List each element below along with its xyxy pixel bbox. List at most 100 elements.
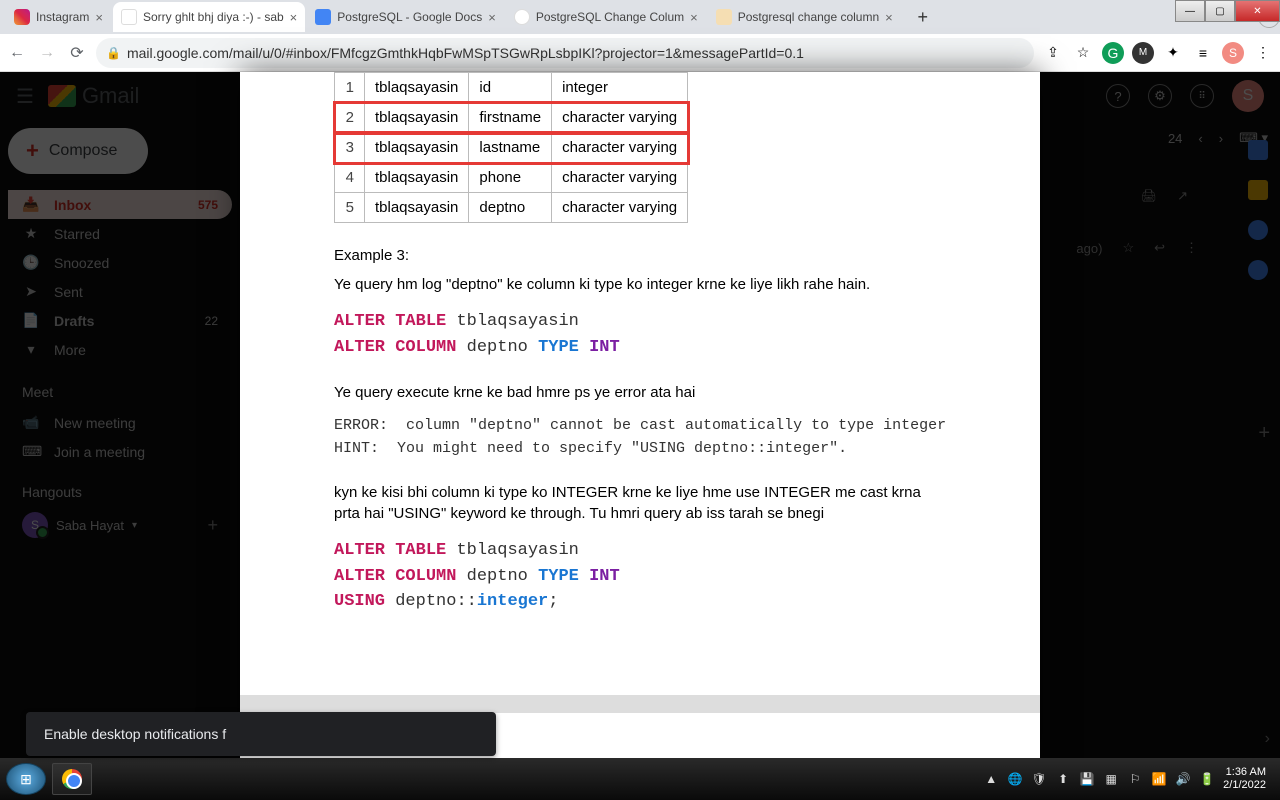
tray-icon[interactable]: ▦: [1103, 771, 1119, 787]
chevron-down-icon: ▾: [22, 341, 40, 358]
sidebar-item-label: Inbox: [54, 197, 91, 213]
table-row: 2 tblaqsayasin firstname character varyi…: [335, 103, 688, 133]
back-button[interactable]: ←: [6, 42, 28, 64]
gmail-sidebar: + Compose 📥 Inbox 575 ★ Starred 🕒 Snooze…: [0, 120, 240, 758]
settings-icon[interactable]: ⚙: [1148, 84, 1172, 108]
table-name-cell: tblaqsayasin: [365, 103, 469, 133]
sidebar-item-starred[interactable]: ★ Starred: [8, 219, 232, 248]
next-page-button[interactable]: ›: [1219, 131, 1223, 146]
tab-label: Instagram: [36, 10, 89, 24]
table-row: 1 tblaqsayasin id integer: [335, 73, 688, 103]
gmail-m-icon: [48, 85, 76, 107]
collapse-rail-button[interactable]: ›: [1265, 730, 1270, 748]
taskbar-clock[interactable]: 1:36 AM 2/1/2022: [1223, 766, 1266, 792]
window-close[interactable]: ✕: [1235, 0, 1280, 22]
tab-close-icon[interactable]: ×: [690, 10, 698, 25]
volume-icon[interactable]: 🔊: [1175, 771, 1191, 787]
datatype-cell: integer: [552, 73, 688, 103]
keep-icon[interactable]: [1248, 180, 1268, 200]
sidebar-item-snoozed[interactable]: 🕒 Snoozed: [8, 248, 232, 277]
column-name-cell: id: [469, 73, 552, 103]
battery-icon[interactable]: 🔋: [1199, 771, 1215, 787]
tab-0[interactable]: Instagram ×: [6, 2, 111, 32]
address-bar[interactable]: 🔒 mail.google.com/mail/u/0/#inbox/FMfcgz…: [96, 38, 1034, 68]
contacts-icon[interactable]: [1248, 260, 1268, 280]
new-tab-button[interactable]: +: [909, 3, 937, 31]
tab-close-icon[interactable]: ×: [488, 10, 496, 25]
window-maximize[interactable]: ▢: [1205, 0, 1235, 22]
chrome-task-icon[interactable]: [52, 763, 92, 795]
sidebar-item-label: Drafts: [54, 313, 94, 329]
open-new-icon[interactable]: ↗: [1177, 188, 1188, 204]
page-indicator: 24: [1168, 131, 1182, 146]
help-icon[interactable]: ?: [1106, 84, 1130, 108]
star-icon: ★: [22, 225, 40, 242]
start-button[interactable]: ⊞: [6, 763, 46, 795]
site-icon: [514, 9, 530, 25]
tab-close-icon[interactable]: ×: [885, 10, 893, 25]
tab-4[interactable]: Postgresql change column ×: [708, 2, 901, 32]
sidebar-item-sent[interactable]: ➤ Sent: [8, 277, 232, 306]
example-heading: Example 3:: [334, 247, 946, 264]
add-hangout-button[interactable]: +: [207, 515, 218, 536]
table-row: 3 tblaqsayasin lastname character varyin…: [335, 133, 688, 163]
addons-button[interactable]: +: [1258, 422, 1270, 445]
extension-icon[interactable]: G: [1102, 42, 1124, 64]
reading-list-icon[interactable]: ≡: [1192, 42, 1214, 64]
tray-icon[interactable]: ⬆: [1055, 771, 1071, 787]
tab-close-icon[interactable]: ×: [95, 10, 103, 25]
gmail-logo[interactable]: Gmail: [48, 83, 139, 109]
window-minimize[interactable]: —: [1175, 0, 1205, 22]
sql-code-block: ALTER TABLE tblaqsayasin ALTER COLUMN de…: [334, 538, 946, 615]
star-icon[interactable]: ☆: [1072, 42, 1094, 64]
tab-2[interactable]: PostgreSQL - Google Docs ×: [307, 2, 504, 32]
sidebar-item-inbox[interactable]: 📥 Inbox 575: [8, 190, 232, 219]
tab-1[interactable]: Sorry ghlt bhj diya :-) - sab ×: [113, 2, 305, 32]
tray-up-icon[interactable]: ▲: [983, 771, 999, 787]
sidebar-item-new-meeting[interactable]: 📹 New meeting: [8, 408, 232, 437]
share-icon[interactable]: ⇪: [1042, 42, 1064, 64]
account-avatar[interactable]: S: [1232, 80, 1264, 112]
calendar-icon[interactable]: [1248, 140, 1268, 160]
prev-page-button[interactable]: ‹: [1198, 131, 1202, 146]
reload-button[interactable]: ⟳: [66, 42, 88, 64]
sidebar-item-more[interactable]: ▾ More: [8, 335, 232, 364]
tray-icon[interactable]: 🌐: [1007, 771, 1023, 787]
plus-icon: +: [26, 138, 39, 164]
profile-avatar[interactable]: S: [1222, 42, 1244, 64]
table-name-cell: tblaqsayasin: [365, 133, 469, 163]
table-row: 5 tblaqsayasin deptno character varying: [335, 193, 688, 223]
extension-icon[interactable]: M: [1132, 42, 1154, 64]
clock-icon: 🕒: [22, 254, 40, 271]
column-name-cell: firstname: [469, 103, 552, 133]
inbox-icon: 📥: [22, 196, 40, 213]
hangout-user-name: Saba Hayat: [56, 518, 124, 533]
tray-icon[interactable]: 💾: [1079, 771, 1095, 787]
tasks-icon[interactable]: [1248, 220, 1268, 240]
sidebar-item-join-meeting[interactable]: ⌨ Join a meeting: [8, 437, 232, 466]
tab-close-icon[interactable]: ×: [290, 10, 298, 25]
paragraph: kyn ke kisi bhi column ki type ko INTEGE…: [334, 482, 946, 524]
star-icon[interactable]: ☆: [1122, 240, 1134, 256]
sidebar-item-label: Snoozed: [54, 255, 109, 271]
tray-icon[interactable]: ⚐: [1127, 771, 1143, 787]
forward-button[interactable]: →: [36, 42, 58, 64]
tray-icon[interactable]: 🛡: [1031, 771, 1047, 787]
chrome-menu-button[interactable]: ⋮: [1252, 42, 1274, 64]
extensions-button[interactable]: ✦: [1162, 42, 1184, 64]
compose-button[interactable]: + Compose: [8, 128, 148, 174]
user-avatar: S: [22, 512, 48, 538]
reply-icon[interactable]: ↩: [1154, 240, 1165, 256]
inbox-count: 575: [198, 198, 218, 212]
datatype-cell: character varying: [552, 133, 688, 163]
apps-icon[interactable]: ⠿: [1190, 84, 1214, 108]
hamburger-icon[interactable]: ☰: [16, 84, 34, 109]
tab-3[interactable]: PostgreSQL Change Colum ×: [506, 2, 706, 32]
sidebar-item-drafts[interactable]: 📄 Drafts 22: [8, 306, 232, 335]
hangout-user[interactable]: S Saba Hayat ▾ +: [8, 508, 232, 542]
notification-toast[interactable]: Enable desktop notifications f: [26, 712, 496, 756]
tabstrip: Instagram × Sorry ghlt bhj diya :-) - sa…: [0, 0, 1280, 34]
print-icon[interactable]: 🖨: [1141, 188, 1158, 204]
network-icon[interactable]: 📶: [1151, 771, 1167, 787]
more-icon[interactable]: ⋮: [1185, 240, 1198, 256]
